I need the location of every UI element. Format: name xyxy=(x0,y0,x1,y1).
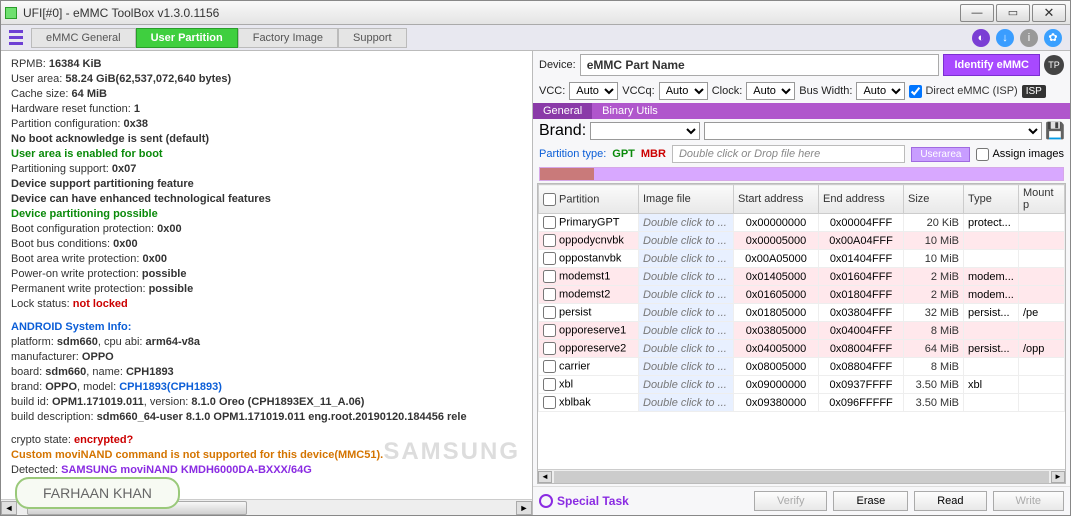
globe-icon[interactable]: ◐ xyxy=(972,29,990,47)
table-row[interactable]: opporeserve2 Double click to ... 0x04005… xyxy=(539,340,1065,358)
image-file-cell[interactable]: Double click to ... xyxy=(639,232,734,250)
partition-table: Partition Image file Start address End a… xyxy=(537,183,1066,484)
row-checkbox[interactable] xyxy=(543,342,556,355)
device-label: Device: xyxy=(539,59,576,71)
tab-emmc-general[interactable]: eMMC General xyxy=(31,28,136,48)
row-checkbox[interactable] xyxy=(543,396,556,409)
row-checkbox[interactable] xyxy=(543,234,556,247)
toolbar: eMMC General User Partition Factory Imag… xyxy=(1,25,1070,51)
read-button[interactable]: Read xyxy=(914,491,986,511)
tab-user-partition[interactable]: User Partition xyxy=(136,28,238,48)
erase-button[interactable]: Erase xyxy=(833,491,908,511)
table-row[interactable]: xbl Double click to ... 0x090000000x0937… xyxy=(539,376,1065,394)
partition-type-mbr[interactable]: MBR xyxy=(641,148,666,160)
image-file-cell[interactable]: Double click to ... xyxy=(639,340,734,358)
model-select[interactable] xyxy=(704,122,1042,140)
app-window: UFI[#0] - eMMC ToolBox v1.3.0.1156 — ▭ ✕… xyxy=(0,0,1071,516)
row-checkbox[interactable] xyxy=(543,252,556,265)
table-row[interactable]: oppostanvbk Double click to ... 0x00A050… xyxy=(539,250,1065,268)
brand-label: Brand: xyxy=(539,122,586,140)
row-checkbox[interactable] xyxy=(543,270,556,283)
image-file-cell[interactable]: Double click to ... xyxy=(639,268,734,286)
table-row[interactable]: carrier Double click to ... 0x080050000x… xyxy=(539,358,1065,376)
partition-type-label: Partition type: xyxy=(539,148,606,160)
table-row[interactable]: PrimaryGPT Double click to ... 0x0000000… xyxy=(539,214,1065,232)
table-row[interactable]: oppodycnvbk Double click to ... 0x000050… xyxy=(539,232,1065,250)
image-file-cell[interactable]: Double click to ... xyxy=(639,322,734,340)
table-row[interactable]: xblbak Double click to ... 0x093800000x0… xyxy=(539,394,1065,412)
table-row[interactable]: modemst2 Double click to ... 0x016050000… xyxy=(539,286,1065,304)
identify-button[interactable]: Identify eMMC xyxy=(943,54,1040,76)
brand-select[interactable] xyxy=(590,122,700,140)
subtab-general[interactable]: General xyxy=(533,103,592,119)
settings-icon[interactable]: ✿ xyxy=(1044,29,1062,47)
device-name-field[interactable]: eMMC Part Name xyxy=(580,54,940,76)
info-icon[interactable]: i xyxy=(1020,29,1038,47)
row-checkbox[interactable] xyxy=(543,216,556,229)
verify-button[interactable]: Verify xyxy=(754,491,828,511)
refresh-icon xyxy=(539,494,553,508)
isp-badge[interactable]: ISP xyxy=(1022,85,1046,98)
device-panel: Device: eMMC Part Name Identify eMMC TP … xyxy=(533,51,1070,515)
clock-select[interactable]: Auto xyxy=(746,82,795,100)
maximize-button[interactable]: ▭ xyxy=(996,4,1030,22)
write-button[interactable]: Write xyxy=(993,491,1064,511)
user-badge: FARHAAN KHAN xyxy=(15,477,180,509)
log-text: RPMB: 16384 KiB User area: 58.24 GiB(62,… xyxy=(1,51,532,499)
userarea-badge[interactable]: Userarea xyxy=(911,147,970,162)
image-file-cell[interactable]: Double click to ... xyxy=(639,304,734,322)
menu-button[interactable] xyxy=(5,28,27,48)
row-checkbox[interactable] xyxy=(543,360,556,373)
titlebar: UFI[#0] - eMMC ToolBox v1.3.0.1156 — ▭ ✕ xyxy=(1,1,1070,25)
select-all-checkbox[interactable] xyxy=(543,193,556,206)
row-checkbox[interactable] xyxy=(543,288,556,301)
table-hscrollbar[interactable]: ◄► xyxy=(538,469,1065,483)
table-row[interactable]: opporeserve1 Double click to ... 0x03805… xyxy=(539,322,1065,340)
image-file-cell[interactable]: Double click to ... xyxy=(639,358,734,376)
image-file-cell[interactable]: Double click to ... xyxy=(639,394,734,412)
table-row[interactable]: persist Double click to ... 0x018050000x… xyxy=(539,304,1065,322)
vccq-select[interactable]: Auto xyxy=(659,82,708,100)
tab-support[interactable]: Support xyxy=(338,28,407,48)
table-row[interactable]: modemst1 Double click to ... 0x014050000… xyxy=(539,268,1065,286)
window-title: UFI[#0] - eMMC ToolBox v1.3.0.1156 xyxy=(23,6,219,20)
vcc-select[interactable]: Auto xyxy=(569,82,618,100)
save-icon[interactable]: 💾 xyxy=(1046,122,1064,140)
close-button[interactable]: ✕ xyxy=(1032,4,1066,22)
tab-factory-image[interactable]: Factory Image xyxy=(238,28,338,48)
image-file-cell[interactable]: Double click to ... xyxy=(639,250,734,268)
drop-file-field[interactable]: Double click or Drop file here xyxy=(672,145,905,163)
image-file-cell[interactable]: Double click to ... xyxy=(639,286,734,304)
log-panel: RPMB: 16384 KiB User area: 58.24 GiB(62,… xyxy=(1,51,533,515)
partition-bar xyxy=(539,167,1064,181)
special-task-button[interactable]: Special Task xyxy=(539,494,629,508)
assign-images-checkbox[interactable] xyxy=(976,148,989,161)
minimize-button[interactable]: — xyxy=(960,4,994,22)
subtab-binary-utils[interactable]: Binary Utils xyxy=(592,103,668,119)
app-icon xyxy=(5,7,17,19)
tp-icon[interactable]: TP xyxy=(1044,55,1064,75)
partition-type-gpt[interactable]: GPT xyxy=(612,148,635,160)
download-icon[interactable]: ↓ xyxy=(996,29,1014,47)
row-checkbox[interactable] xyxy=(543,324,556,337)
buswidth-select[interactable]: Auto xyxy=(856,82,905,100)
image-file-cell[interactable]: Double click to ... xyxy=(639,214,734,232)
direct-emmc-checkbox[interactable] xyxy=(909,85,922,98)
image-file-cell[interactable]: Double click to ... xyxy=(639,376,734,394)
row-checkbox[interactable] xyxy=(543,378,556,391)
row-checkbox[interactable] xyxy=(543,306,556,319)
